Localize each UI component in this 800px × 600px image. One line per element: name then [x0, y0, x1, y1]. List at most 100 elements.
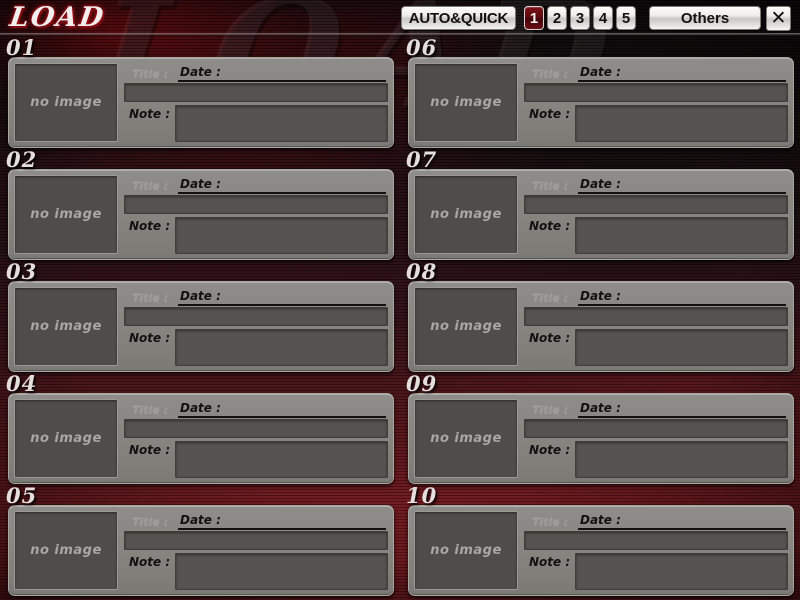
note-field[interactable]	[575, 441, 788, 478]
slot-fields: Title : Date : Note :	[524, 287, 788, 366]
title-label: Title :	[132, 403, 168, 416]
note-field[interactable]	[175, 329, 388, 366]
title-field[interactable]	[524, 83, 788, 102]
slot-panel[interactable]: no image Title : Date : Note :	[8, 505, 394, 596]
no-image-label: no image	[430, 95, 502, 110]
title-field[interactable]	[124, 83, 388, 102]
slot-panel[interactable]: no image Title : Date : Note :	[8, 169, 394, 260]
save-slot[interactable]: 05 no image Title : Date : Note :	[2, 483, 396, 599]
note-field[interactable]	[575, 217, 788, 254]
save-slot[interactable]: 02 no image Title : Date : Note :	[2, 147, 396, 263]
no-image-label: no image	[430, 319, 502, 334]
close-icon[interactable]: ✕	[766, 6, 791, 31]
note-label: Note :	[529, 219, 571, 233]
title-date-row: Title : Date :	[524, 287, 788, 327]
note-field[interactable]	[575, 553, 788, 590]
no-image-label: no image	[30, 543, 102, 558]
slot-panel[interactable]: no image Title : Date : Note :	[408, 57, 794, 148]
title-date-row: Title : Date :	[124, 175, 388, 215]
title-field[interactable]	[524, 419, 788, 438]
save-slot[interactable]: 03 no image Title : Date : Note :	[2, 259, 396, 375]
date-underline	[578, 416, 786, 418]
note-field[interactable]	[175, 441, 388, 478]
slot-panel[interactable]: no image Title : Date : Note :	[408, 169, 794, 260]
slot-thumbnail[interactable]: no image	[414, 63, 518, 142]
slot-thumbnail[interactable]: no image	[14, 399, 118, 478]
date-label: Date :	[180, 65, 221, 79]
slot-thumbnail[interactable]: no image	[14, 175, 118, 254]
title-field[interactable]	[124, 419, 388, 438]
slot-thumbnail[interactable]: no image	[14, 511, 118, 590]
date-label: Date :	[580, 289, 621, 303]
save-slot[interactable]: 10 no image Title : Date : Note :	[402, 483, 796, 599]
slot-number: 02	[6, 147, 38, 172]
slot-panel[interactable]: no image Title : Date : Note :	[8, 57, 394, 148]
slot-fields: Title : Date : Note :	[524, 175, 788, 254]
title-field[interactable]	[524, 195, 788, 214]
slot-fields: Title : Date : Note :	[524, 511, 788, 590]
date-label: Date :	[580, 65, 621, 79]
note-row: Note :	[124, 441, 388, 478]
title-field[interactable]	[524, 307, 788, 326]
note-row: Note :	[124, 329, 388, 366]
save-slot[interactable]: 01 no image Title : Date : Note :	[2, 35, 396, 151]
save-slot[interactable]: 09 no image Title : Date : Note :	[402, 371, 796, 487]
auto-quick-button[interactable]: AUTO&QUICK	[401, 6, 516, 30]
note-field[interactable]	[575, 329, 788, 366]
save-slot[interactable]: 06 no image Title : Date : Note :	[402, 35, 796, 151]
note-field[interactable]	[175, 553, 388, 590]
slot-panel[interactable]: no image Title : Date : Note :	[408, 393, 794, 484]
date-underline	[178, 192, 386, 194]
save-slot[interactable]: 08 no image Title : Date : Note :	[402, 259, 796, 375]
note-field[interactable]	[175, 105, 388, 142]
date-underline	[578, 192, 786, 194]
note-row: Note :	[524, 105, 788, 142]
others-button[interactable]: Others	[649, 6, 761, 30]
header-bar: LOAD AUTO&QUICK 12345 Others ✕	[0, 0, 800, 37]
page-tabs: 12345	[524, 6, 636, 30]
slot-thumbnail[interactable]: no image	[14, 63, 118, 142]
page-tab-4[interactable]: 4	[593, 6, 613, 30]
date-label: Date :	[580, 401, 621, 415]
title-date-row: Title : Date :	[524, 175, 788, 215]
title-label: Title :	[532, 291, 568, 304]
slot-fields: Title : Date : Note :	[124, 287, 388, 366]
save-slot[interactable]: 04 no image Title : Date : Note :	[2, 371, 396, 487]
slot-panel[interactable]: no image Title : Date : Note :	[8, 281, 394, 372]
slot-thumbnail[interactable]: no image	[414, 175, 518, 254]
slot-panel[interactable]: no image Title : Date : Note :	[8, 393, 394, 484]
title-field[interactable]	[124, 307, 388, 326]
title-field[interactable]	[124, 195, 388, 214]
page-tab-3[interactable]: 3	[570, 6, 590, 30]
slot-number: 09	[406, 371, 438, 396]
save-slot[interactable]: 07 no image Title : Date : Note :	[402, 147, 796, 263]
no-image-label: no image	[30, 95, 102, 110]
slot-panel[interactable]: no image Title : Date : Note :	[408, 505, 794, 596]
page-tab-2[interactable]: 2	[547, 6, 567, 30]
slot-number: 03	[6, 259, 38, 284]
date-label: Date :	[580, 177, 621, 191]
note-row: Note :	[524, 217, 788, 254]
slot-thumbnail[interactable]: no image	[414, 399, 518, 478]
title-field[interactable]	[124, 531, 388, 550]
slot-fields: Title : Date : Note :	[124, 175, 388, 254]
slot-fields: Title : Date : Note :	[124, 63, 388, 142]
page-tab-5[interactable]: 5	[616, 6, 636, 30]
slot-thumbnail[interactable]: no image	[14, 287, 118, 366]
date-label: Date :	[180, 401, 221, 415]
date-underline	[178, 304, 386, 306]
title-date-row: Title : Date :	[524, 511, 788, 551]
date-underline	[178, 528, 386, 530]
title-field[interactable]	[524, 531, 788, 550]
slot-thumbnail[interactable]: no image	[414, 287, 518, 366]
slot-panel[interactable]: no image Title : Date : Note :	[408, 281, 794, 372]
slot-thumbnail[interactable]: no image	[414, 511, 518, 590]
date-underline	[578, 528, 786, 530]
page-title: LOAD	[7, 2, 108, 33]
slot-fields: Title : Date : Note :	[124, 399, 388, 478]
note-row: Note :	[524, 441, 788, 478]
note-field[interactable]	[175, 217, 388, 254]
date-label: Date :	[180, 289, 221, 303]
page-tab-1[interactable]: 1	[524, 6, 544, 30]
note-field[interactable]	[575, 105, 788, 142]
